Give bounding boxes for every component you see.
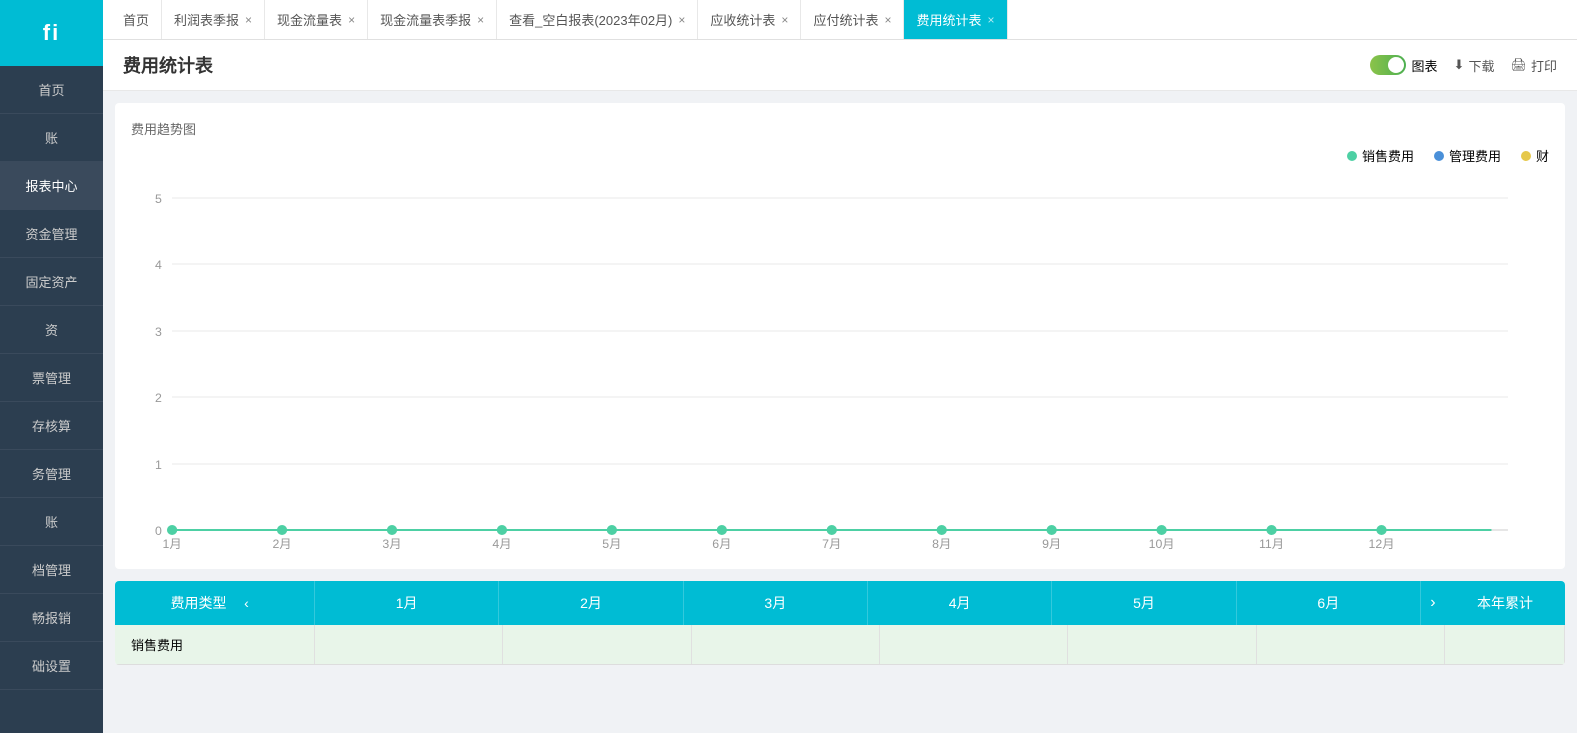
th-month-2: 2月 <box>499 581 683 625</box>
toggle-knob <box>1388 57 1404 73</box>
download-label: 下载 <box>1468 56 1494 75</box>
sidebar-item-resource[interactable]: 资 <box>0 306 103 354</box>
td-sales-m6 <box>1257 625 1445 664</box>
td-sales-m2 <box>503 625 691 664</box>
th-month-4: 4月 <box>868 581 1052 625</box>
chart-section: 费用趋势图 销售费用 管理费用 财 5 <box>115 103 1565 569</box>
th-nav-next[interactable]: › <box>1421 581 1445 625</box>
tab-close-expense-stats[interactable]: × <box>987 13 994 27</box>
th-nav-prev[interactable]: ‹ <box>235 595 259 611</box>
page-actions: 图表 ⬇ 下载 🖨 打印 <box>1370 55 1557 75</box>
svg-text:5月: 5月 <box>602 537 621 551</box>
sidebar-item-reports[interactable]: 报表中心 <box>0 162 103 210</box>
tab-receivable[interactable]: 应收统计表 × <box>698 0 801 40</box>
legend-dot-sales <box>1347 151 1357 161</box>
svg-text:4月: 4月 <box>492 537 511 551</box>
chart-container: 5 4 3 2 1 0 <box>131 173 1549 553</box>
toggle-label: 图表 <box>1412 56 1438 75</box>
sidebar-item-tickets[interactable]: 票管理 <box>0 354 103 402</box>
svg-text:9月: 9月 <box>1042 537 1061 551</box>
th-cumul: 本年累计 <box>1445 581 1565 625</box>
table-header: 费用类型 ‹ 1月 2月 3月 4月 5月 6月 › 本年累计 <box>115 581 1565 625</box>
download-icon: ⬇ <box>1454 57 1465 73</box>
svg-text:1: 1 <box>155 458 162 472</box>
sidebar-logo: fi <box>0 0 103 66</box>
svg-text:3: 3 <box>155 325 162 339</box>
tab-blank-report[interactable]: 查看_空白报表(2023年02月) × <box>497 0 698 40</box>
svg-text:6月: 6月 <box>712 537 731 551</box>
sidebar-item-funds[interactable]: 资金管理 <box>0 210 103 258</box>
svg-text:4: 4 <box>155 258 162 272</box>
sidebar-item-expense[interactable]: 畅报销 <box>0 594 103 642</box>
legend-sales: 销售费用 <box>1347 146 1414 165</box>
legend-dot-finance <box>1521 151 1531 161</box>
svg-text:3月: 3月 <box>382 537 401 551</box>
legend-label-finance: 财 <box>1536 146 1549 165</box>
tab-close-payable[interactable]: × <box>884 13 891 27</box>
sidebar-item-assets[interactable]: 固定资产 <box>0 258 103 306</box>
th-type: 费用类型 ‹ <box>115 581 315 625</box>
sidebar-item-home[interactable]: 首页 <box>0 66 103 114</box>
print-label: 打印 <box>1531 56 1557 75</box>
chart-toggle-wrap[interactable]: 图表 <box>1370 55 1438 75</box>
td-sales-cumul <box>1445 625 1565 664</box>
sidebar-item-ledger[interactable]: 账 <box>0 498 103 546</box>
tabbar: 首页 利润表季报 × 现金流量表 × 现金流量表季报 × 查看_空白报表(202… <box>103 0 1577 40</box>
sidebar: fi 首页 账 报表中心 资金管理 固定资产 资 票管理 存核算 务管理 账 档… <box>0 0 103 733</box>
td-type-sales: 销售费用 <box>115 625 315 664</box>
tab-close-blank-report[interactable]: × <box>678 13 685 27</box>
svg-text:5: 5 <box>155 192 162 206</box>
legend-label-admin: 管理费用 <box>1449 146 1501 165</box>
svg-text:12月: 12月 <box>1368 537 1394 551</box>
tab-cashflow[interactable]: 现金流量表 × <box>265 0 368 40</box>
tab-profit-quarterly[interactable]: 利润表季报 × <box>162 0 265 40</box>
sidebar-item-inventory[interactable]: 存核算 <box>0 402 103 450</box>
print-icon: 🖨 <box>1510 57 1527 73</box>
tab-close-cashflow[interactable]: × <box>348 13 355 27</box>
svg-text:8月: 8月 <box>932 537 951 551</box>
svg-text:11月: 11月 <box>1259 537 1284 551</box>
th-month-3: 3月 <box>684 581 868 625</box>
tab-cashflow-quarterly[interactable]: 现金流量表季报 × <box>368 0 497 40</box>
legend-admin: 管理费用 <box>1434 146 1501 165</box>
tab-payable[interactable]: 应付统计表 × <box>801 0 904 40</box>
chart-toggle[interactable] <box>1370 55 1406 75</box>
legend-finance: 财 <box>1521 146 1549 165</box>
page-header: 费用统计表 图表 ⬇ 下载 🖨 打印 <box>103 40 1577 91</box>
sidebar-item-services[interactable]: 务管理 <box>0 450 103 498</box>
chart-title: 费用趋势图 <box>131 119 1549 138</box>
chart-legend: 销售费用 管理费用 财 <box>131 146 1549 165</box>
main-area: 首页 利润表季报 × 现金流量表 × 现金流量表季报 × 查看_空白报表(202… <box>103 0 1577 733</box>
tab-expense-stats[interactable]: 费用统计表 × <box>904 0 1007 40</box>
svg-text:2月: 2月 <box>272 537 291 551</box>
th-month-1: 1月 <box>315 581 499 625</box>
svg-text:2: 2 <box>155 391 162 405</box>
content-area: 费用统计表 图表 ⬇ 下载 🖨 打印 费用趋势图 <box>103 40 1577 733</box>
td-sales-m3 <box>692 625 880 664</box>
th-month-6: 6月 <box>1237 581 1421 625</box>
download-button[interactable]: ⬇ 下载 <box>1454 56 1495 75</box>
table-row-sales: 销售费用 <box>115 625 1565 665</box>
td-sales-m5 <box>1068 625 1256 664</box>
tab-close-receivable[interactable]: × <box>781 13 788 27</box>
print-button[interactable]: 🖨 打印 <box>1510 56 1557 75</box>
table-section: 费用类型 ‹ 1月 2月 3月 4月 5月 6月 › 本年累计 销售费用 <box>115 581 1565 665</box>
td-sales-m4 <box>880 625 1068 664</box>
th-month-5: 5月 <box>1052 581 1236 625</box>
tab-close-profit-quarterly[interactable]: × <box>245 13 252 27</box>
legend-label-sales: 销售费用 <box>1362 146 1414 165</box>
svg-text:10月: 10月 <box>1149 537 1175 551</box>
td-sales-m1 <box>315 625 503 664</box>
sidebar-item-settings[interactable]: 础设置 <box>0 642 103 690</box>
page-title: 费用统计表 <box>123 52 213 78</box>
sidebar-item-archive[interactable]: 档管理 <box>0 546 103 594</box>
sidebar-item-account[interactable]: 账 <box>0 114 103 162</box>
svg-text:1月: 1月 <box>163 537 182 551</box>
svg-text:0: 0 <box>155 524 162 538</box>
tab-close-cashflow-quarterly[interactable]: × <box>477 13 484 27</box>
legend-dot-admin <box>1434 151 1444 161</box>
tab-home[interactable]: 首页 <box>111 0 162 40</box>
svg-text:7月: 7月 <box>822 537 841 551</box>
chart-svg: 5 4 3 2 1 0 <box>131 173 1549 553</box>
